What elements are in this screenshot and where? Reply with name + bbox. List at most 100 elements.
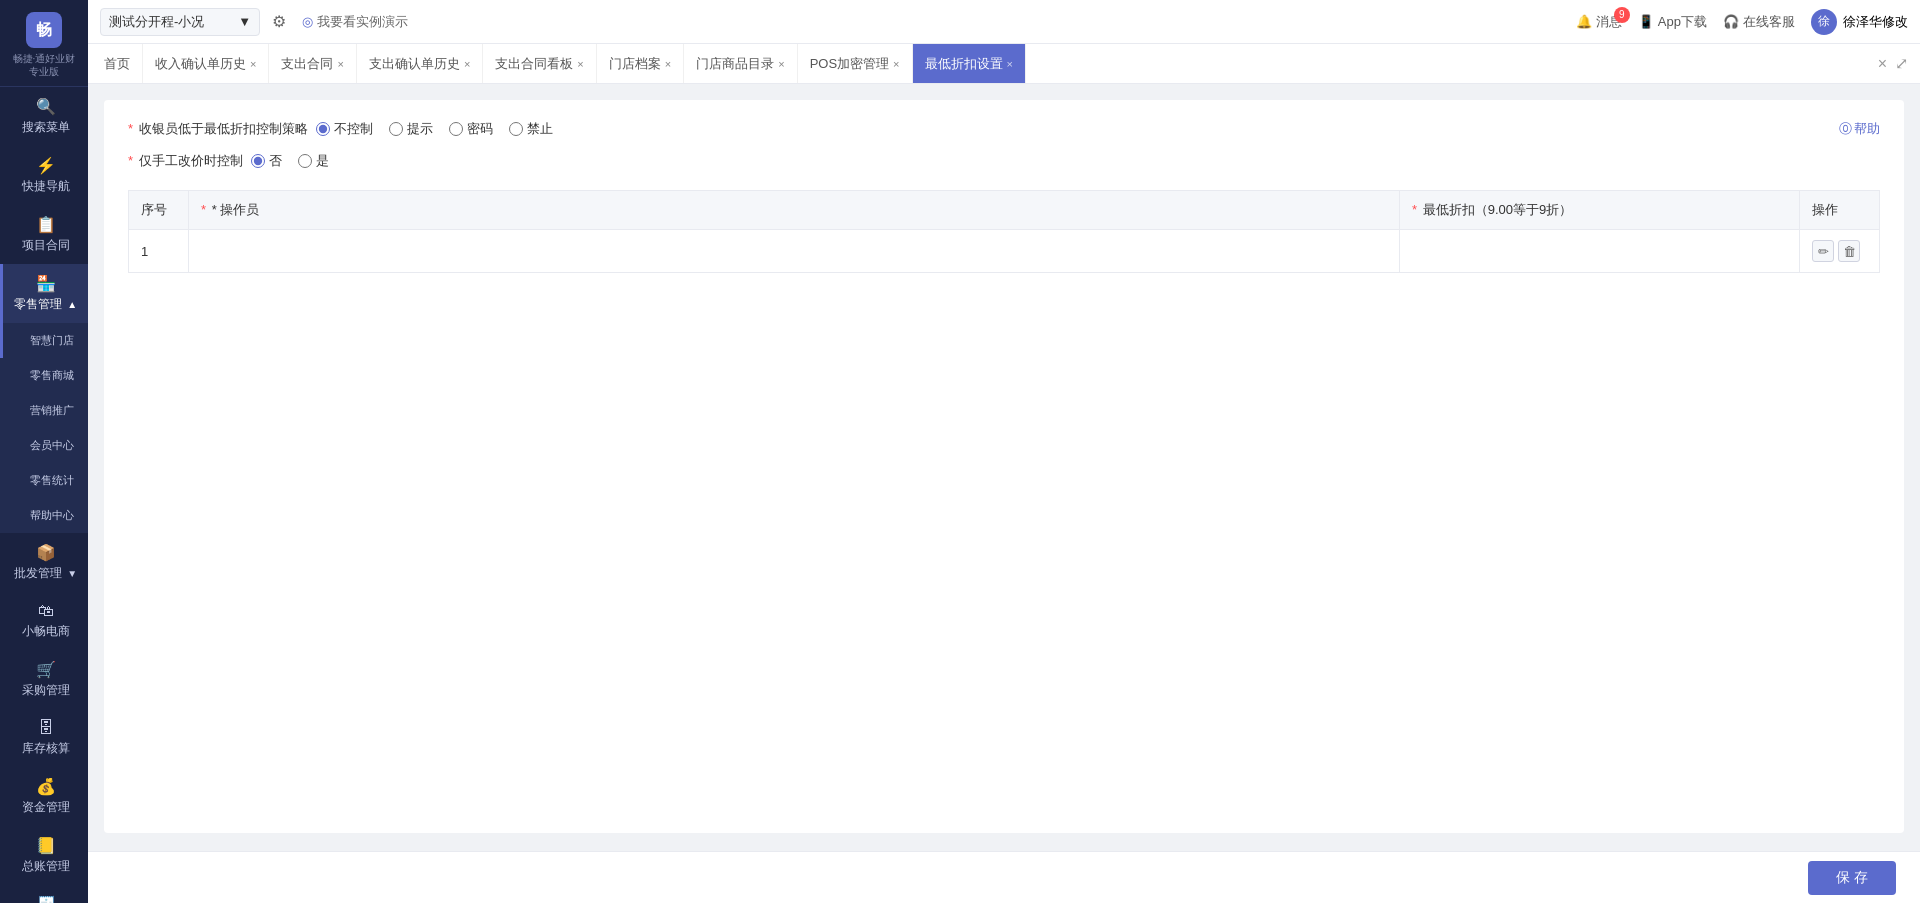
user-menu[interactable]: 徐 徐泽华修改 — [1811, 9, 1908, 35]
tab-home[interactable]: 首页 — [92, 44, 143, 83]
search-icon: 🔍 — [36, 97, 56, 116]
sidebar-item-ecom[interactable]: 🛍 小畅电商 — [0, 592, 88, 650]
sidebar-item-help[interactable]: 帮助中心 — [0, 498, 88, 533]
tab-close-all-button[interactable]: × — [1878, 55, 1887, 73]
radio-hint[interactable]: 提示 — [389, 120, 433, 138]
tab-store-file-label: 门店档案 — [609, 55, 661, 73]
tab-payment-history[interactable]: 支出确认单历史 × — [357, 44, 483, 83]
message-button[interactable]: 🔔 消息 9 — [1576, 13, 1622, 31]
finance-icon: 💰 — [36, 777, 56, 796]
save-button[interactable]: 保 存 — [1808, 861, 1896, 895]
tab-payment-contract-close[interactable]: × — [337, 58, 343, 70]
radio-forbid[interactable]: 禁止 — [509, 120, 553, 138]
tab-store-goods-close[interactable]: × — [778, 58, 784, 70]
project-dropdown-icon: ▼ — [238, 14, 251, 29]
sidebar-item-store[interactable]: 零售商城 — [0, 358, 88, 393]
radio-no-control[interactable]: 不控制 — [316, 120, 373, 138]
sidebar-item-stats[interactable]: 零售统计 — [0, 463, 88, 498]
delete-button[interactable]: 🗑 — [1838, 240, 1860, 262]
sidebar-item-label: 营销推广 — [30, 403, 74, 418]
topbar: 测试分开程-小况 ▼ ⚙ ◎ 我要看实例演示 🔔 消息 9 📱 App下载 🎧 … — [88, 0, 1920, 44]
form-row-1: * 收银员低于最低折扣控制策略 不控制 提示 密码 — [128, 120, 1880, 138]
sidebar-item-smart[interactable]: 智慧门店 — [0, 323, 88, 358]
sidebar-item-ledger[interactable]: 📒 总账管理 — [0, 826, 88, 885]
sidebar-item-label: 会员中心 — [30, 438, 74, 453]
tab-pos-password-close[interactable]: × — [893, 58, 899, 70]
cell-discount[interactable] — [1400, 230, 1800, 273]
sidebar-item-label: 库存核算 — [22, 740, 70, 757]
app-icon: 📱 — [1638, 14, 1654, 29]
table-row: 1 ✏ 🗑 — [129, 230, 1880, 273]
col-header-operator: * * 操作员 — [189, 191, 1400, 230]
col-header-seq: 序号 — [129, 191, 189, 230]
tab-store-file[interactable]: 门店档案 × — [597, 44, 684, 83]
sidebar-item-retail[interactable]: 🏪 零售管理 ▲ — [0, 264, 88, 323]
radio-yes[interactable]: 是 — [298, 152, 329, 170]
tab-min-discount-label: 最低折扣设置 — [925, 55, 1003, 73]
sidebar-item-label: 项目合同 — [22, 237, 70, 254]
project-selector[interactable]: 测试分开程-小况 ▼ — [100, 8, 260, 36]
tab-pos-password[interactable]: POS加密管理 × — [798, 44, 913, 83]
topbar-demo-button[interactable]: ◎ 我要看实例演示 — [302, 13, 408, 31]
field1-label: * 收银员低于最低折扣控制策略 — [128, 120, 308, 138]
tab-home-label: 首页 — [104, 55, 130, 73]
sidebar-item-marketing[interactable]: 营销推广 — [0, 393, 88, 428]
sidebar-item-label: 零售商城 — [30, 368, 74, 383]
support-button[interactable]: 🎧 在线客服 — [1723, 13, 1795, 31]
page-footer: 保 存 — [88, 851, 1920, 903]
cell-operator[interactable] — [189, 230, 1400, 273]
wholesale-icon: 📦 — [36, 543, 56, 562]
sidebar-item-member[interactable]: 会员中心 — [0, 428, 88, 463]
tab-store-file-close[interactable]: × — [665, 58, 671, 70]
tab-payment-history-label: 支出确认单历史 — [369, 55, 460, 73]
action-buttons: ✏ 🗑 — [1812, 240, 1867, 262]
tab-min-discount[interactable]: 最低折扣设置 × — [913, 44, 1026, 83]
cell-seq: 1 — [129, 230, 189, 273]
sidebar-item-wholesale[interactable]: 📦 批发管理 ▼ — [0, 533, 88, 592]
sidebar: 畅 畅捷·通好业财 专业版 🔍 搜索菜单 ⚡ 快捷导航 📋 项目合同 🏪 零售管… — [0, 0, 88, 903]
field2-radio-group: 否 是 — [251, 152, 329, 170]
purchase-icon: 🛒 — [36, 660, 56, 679]
help-link[interactable]: ⓪ 帮助 — [1839, 120, 1880, 138]
tab-expand-button[interactable]: ⤢ — [1895, 54, 1908, 73]
tab-payment-contract-label: 支出合同 — [281, 55, 333, 73]
tab-income-history[interactable]: 收入确认单历史 × — [143, 44, 269, 83]
sidebar-item-label: 智慧门店 — [30, 333, 74, 348]
message-badge: 9 — [1614, 7, 1630, 23]
tab-payment-history-close[interactable]: × — [464, 58, 470, 70]
field1-radio-group: 不控制 提示 密码 禁止 — [316, 120, 553, 138]
main-content: 测试分开程-小况 ▼ ⚙ ◎ 我要看实例演示 🔔 消息 9 📱 App下载 🎧 … — [88, 0, 1920, 903]
field2-label: * 仅手工改价时控制 — [128, 152, 243, 170]
message-icon: 🔔 — [1576, 14, 1592, 29]
tab-payment-contract[interactable]: 支出合同 × — [269, 44, 356, 83]
app-download-button[interactable]: 📱 App下载 — [1638, 13, 1707, 31]
tab-income-history-close[interactable]: × — [250, 58, 256, 70]
sidebar-item-label: 帮助中心 — [30, 508, 74, 523]
edit-button[interactable]: ✏ — [1812, 240, 1834, 262]
page-content: ⓪ 帮助 * 收银员低于最低折扣控制策略 不控制 提示 — [88, 84, 1920, 851]
radio-no[interactable]: 否 — [251, 152, 282, 170]
invoice-icon: 🧾 — [36, 895, 56, 903]
tab-min-discount-close[interactable]: × — [1007, 58, 1013, 70]
cell-action: ✏ 🗑 — [1800, 230, 1880, 273]
tab-payment-board-close[interactable]: × — [577, 58, 583, 70]
sidebar-item-purchase[interactable]: 🛒 采购管理 — [0, 650, 88, 709]
radio-password[interactable]: 密码 — [449, 120, 493, 138]
tab-pos-password-label: POS加密管理 — [810, 55, 889, 73]
support-icon: 🎧 — [1723, 14, 1739, 29]
sidebar-item-search[interactable]: 🔍 搜索菜单 — [0, 87, 88, 146]
sidebar-item-label: 零售统计 — [30, 473, 74, 488]
topbar-gear-button[interactable]: ⚙ — [268, 8, 290, 35]
sidebar-item-quicknav[interactable]: ⚡ 快捷导航 — [0, 146, 88, 205]
sidebar-item-project[interactable]: 📋 项目合同 — [0, 205, 88, 264]
tab-store-goods-label: 门店商品目录 — [696, 55, 774, 73]
sidebar-item-invoice[interactable]: 🧾 发票管理 — [0, 885, 88, 903]
sidebar-item-finance[interactable]: 💰 资金管理 — [0, 767, 88, 826]
sidebar-item-label: 批发管理 ▼ — [14, 565, 77, 582]
sidebar-item-inventory[interactable]: 🗄 库存核算 — [0, 709, 88, 767]
tab-store-goods[interactable]: 门店商品目录 × — [684, 44, 797, 83]
col-header-discount: * 最低折扣（9.00等于9折） — [1400, 191, 1800, 230]
tab-payment-board[interactable]: 支出合同看板 × — [483, 44, 596, 83]
tabs-bar: 首页 收入确认单历史 × 支出合同 × 支出确认单历史 × 支出合同看板 × 门… — [88, 44, 1920, 84]
support-label: 在线客服 — [1743, 13, 1795, 31]
